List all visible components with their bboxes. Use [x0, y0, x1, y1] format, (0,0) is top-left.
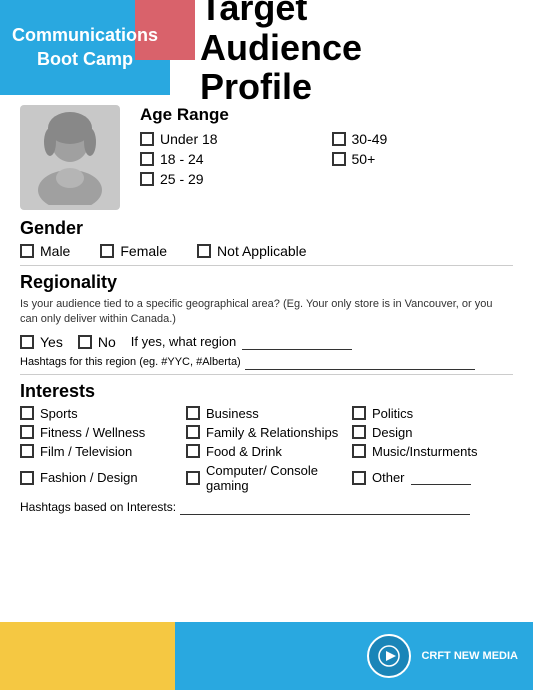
regionality-description: Is your audience tied to a specific geog… — [20, 297, 513, 328]
checkbox-fitness[interactable] — [20, 425, 34, 439]
age-option-30-49[interactable]: 30-49 — [332, 131, 514, 147]
region-yes-no-row: Yes No If yes, what region — [20, 334, 513, 350]
checkbox-family[interactable] — [186, 425, 200, 439]
interest-fashion[interactable]: Fashion / Design — [20, 463, 181, 493]
checkbox-film[interactable] — [20, 444, 34, 458]
divider-2 — [20, 374, 513, 375]
avatar — [20, 105, 120, 210]
age-option-25-29[interactable]: 25 - 29 — [140, 171, 322, 187]
checkbox-politics[interactable] — [352, 406, 366, 420]
checkbox-female[interactable] — [100, 244, 114, 258]
footer-logo — [367, 634, 411, 678]
gender-title: Gender — [20, 218, 513, 239]
age-option-50plus[interactable]: 50+ — [332, 151, 514, 167]
profile-section: Age Range Under 18 30-49 18 - 24 50+ — [20, 105, 513, 210]
interest-family[interactable]: Family & Relationships — [186, 425, 347, 440]
checkbox-food[interactable] — [186, 444, 200, 458]
interest-music[interactable]: Music/Insturments — [352, 444, 513, 459]
checkbox-business[interactable] — [186, 406, 200, 420]
hashtag-region-field[interactable] — [245, 354, 475, 370]
checkbox-sports[interactable] — [20, 406, 34, 420]
main-content: Age Range Under 18 30-49 18 - 24 50+ — [0, 95, 533, 515]
gender-male[interactable]: Male — [20, 243, 70, 259]
interest-computer[interactable]: Computer/ Console gaming — [186, 463, 347, 493]
interest-fitness[interactable]: Fitness / Wellness — [20, 425, 181, 440]
divider-1 — [20, 265, 513, 266]
age-range-title: Age Range — [140, 105, 513, 125]
age-range-grid: Under 18 30-49 18 - 24 50+ 25 - 29 — [140, 131, 513, 187]
checkbox-design[interactable] — [352, 425, 366, 439]
interest-business[interactable]: Business — [186, 406, 347, 421]
interest-film[interactable]: Film / Television — [20, 444, 181, 459]
hashtags-interests-row: Hashtags based on Interests: — [20, 499, 513, 515]
hashtags-interests-label: Hashtags based on Interests: — [20, 500, 176, 514]
gender-not-applicable[interactable]: Not Applicable — [197, 243, 307, 259]
checkbox-computer[interactable] — [186, 471, 200, 485]
interests-title: Interests — [20, 381, 513, 402]
interest-design[interactable]: Design — [352, 425, 513, 440]
footer-yellow — [0, 622, 175, 690]
checkbox-50plus[interactable] — [332, 152, 346, 166]
checkbox-no[interactable] — [78, 335, 92, 349]
region-no[interactable]: No — [78, 334, 116, 350]
footer-blue: CRFT NEW MEDIA — [175, 622, 533, 690]
regionality-title: Regionality — [20, 272, 513, 293]
gender-row: Male Female Not Applicable — [20, 243, 513, 259]
hashtags-interests-field[interactable] — [180, 499, 470, 515]
brand-title: Communications Boot Camp — [12, 24, 158, 71]
checkbox-music[interactable] — [352, 444, 366, 458]
checkbox-not-applicable[interactable] — [197, 244, 211, 258]
checkbox-30-49[interactable] — [332, 132, 346, 146]
interest-food[interactable]: Food & Drink — [186, 444, 347, 459]
checkbox-yes[interactable] — [20, 335, 34, 349]
checkbox-other[interactable] — [352, 471, 366, 485]
region-input-field[interactable] — [242, 334, 352, 350]
age-range-section: Age Range Under 18 30-49 18 - 24 50+ — [140, 105, 513, 187]
hashtag-region-row: Hashtags for this region (eg. #YYC, #Alb… — [20, 354, 513, 370]
if-yes-region: If yes, what region — [131, 334, 353, 350]
footer-brand-text: CRFT NEW MEDIA — [421, 649, 518, 663]
gender-female[interactable]: Female — [100, 243, 167, 259]
checkbox-25-29[interactable] — [140, 172, 154, 186]
page-title-block: Target Audience Profile — [170, 0, 533, 95]
interest-other[interactable]: Other — [352, 463, 513, 493]
page-title: Target Audience Profile — [200, 0, 362, 107]
checkbox-male[interactable] — [20, 244, 34, 258]
header: Communications Boot Camp Target Audience… — [0, 0, 533, 95]
brand-block: Communications Boot Camp — [0, 0, 170, 95]
region-yes[interactable]: Yes — [20, 334, 63, 350]
age-option-under18[interactable]: Under 18 — [140, 131, 322, 147]
other-input-field[interactable] — [411, 471, 471, 485]
checkbox-under18[interactable] — [140, 132, 154, 146]
footer: CRFT NEW MEDIA — [0, 622, 533, 690]
interest-politics[interactable]: Politics — [352, 406, 513, 421]
interest-sports[interactable]: Sports — [20, 406, 181, 421]
interests-grid: Sports Business Politics Fitness / Welln… — [20, 406, 513, 493]
checkbox-18-24[interactable] — [140, 152, 154, 166]
checkbox-fashion[interactable] — [20, 471, 34, 485]
age-option-18-24[interactable]: 18 - 24 — [140, 151, 322, 167]
